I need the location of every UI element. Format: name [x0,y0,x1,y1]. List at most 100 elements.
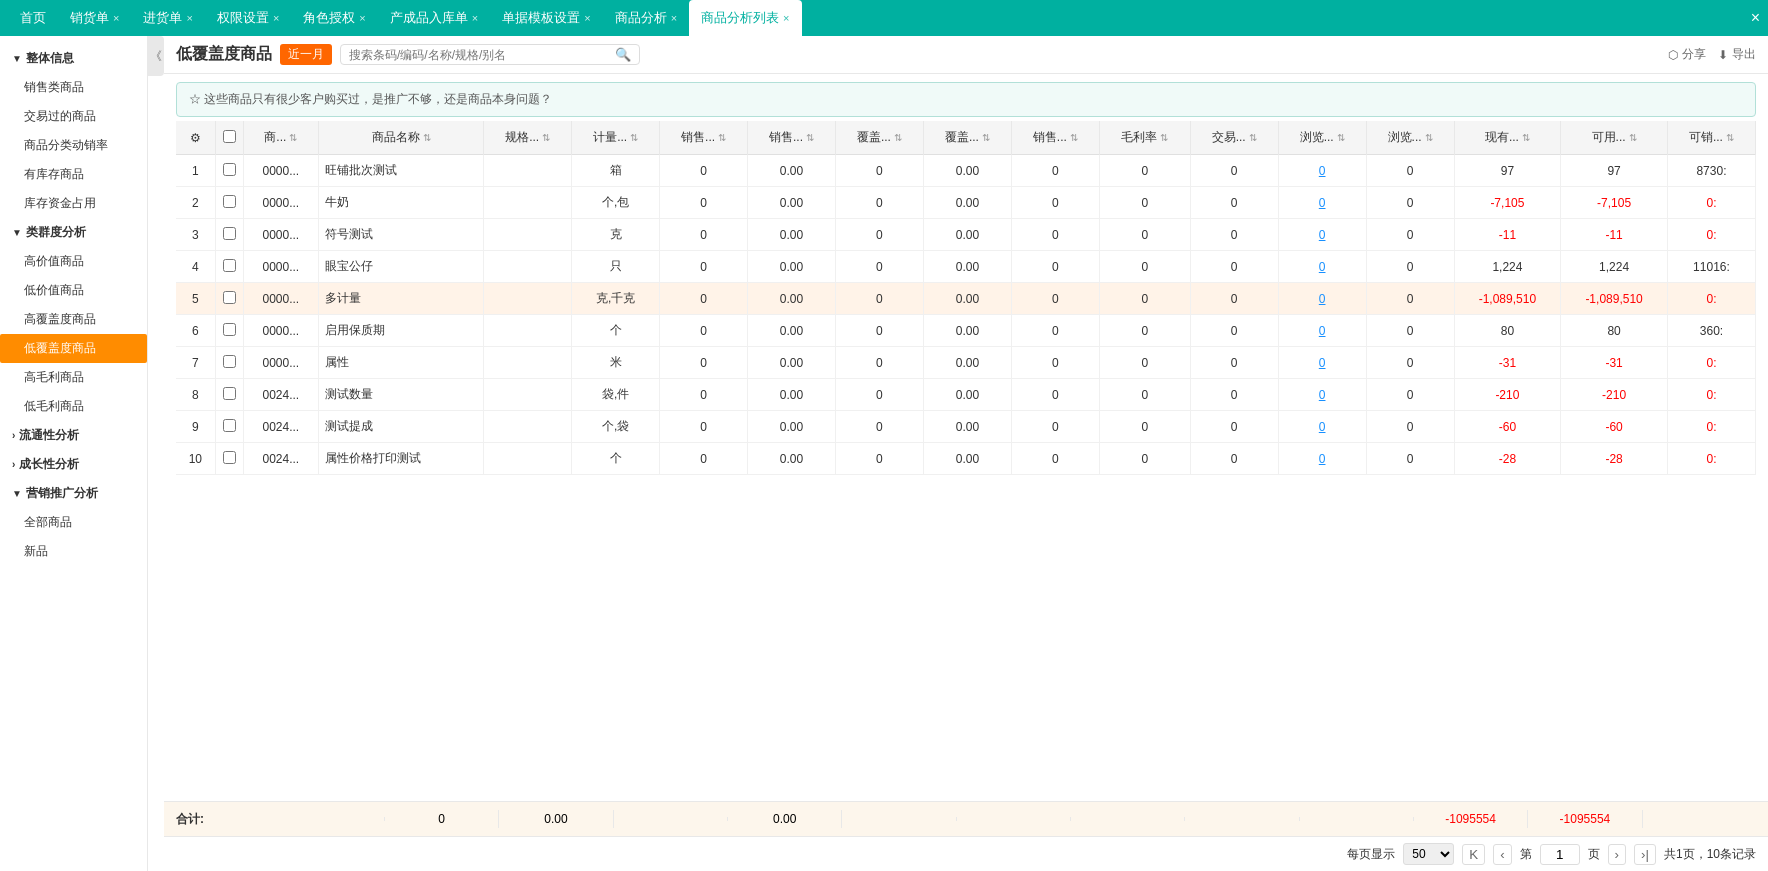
row-checkbox[interactable] [215,411,243,443]
sidebar-item-new-goods[interactable]: 新品 [0,537,147,566]
sidebar-section-growth[interactable]: › 成长性分析 [0,450,147,479]
time-filter-button[interactable]: 近一月 [280,44,332,65]
prev-page-button[interactable]: ‹ [1493,844,1511,865]
nav-tab-role[interactable]: 角色授权 × [291,0,377,36]
next-page-button[interactable]: › [1608,844,1626,865]
table-row: 3 0000... 符号测试 克 0 0.00 0 0.00 0 0 0 0 0… [176,219,1756,251]
col-browse2[interactable]: 浏览...⇅ [1366,121,1454,155]
nav-tab-purchase[interactable]: 进货单 × [131,0,204,36]
col-trade[interactable]: 交易...⇅ [1190,121,1278,155]
col-sales-qty[interactable]: 销售...⇅ [660,121,748,155]
sidebar-section-overall[interactable]: ▼ 整体信息 [0,44,147,73]
search-input[interactable] [349,48,615,62]
col-browse1[interactable]: 浏览...⇅ [1278,121,1366,155]
row-current-stock: -210 [1454,379,1561,411]
row-checkbox[interactable] [215,219,243,251]
row-browse1[interactable]: 0 [1278,187,1366,219]
col-available-stock[interactable]: 可用...⇅ [1561,121,1668,155]
total-spacer3 [842,817,956,821]
nav-tab-sales-close[interactable]: × [113,12,119,24]
row-checkbox[interactable] [215,187,243,219]
nav-tab-permission-close[interactable]: × [273,12,279,24]
col-sales-amt[interactable]: 销售...⇅ [748,121,836,155]
row-checkbox[interactable] [215,251,243,283]
row-checkbox[interactable] [215,283,243,315]
row-browse1[interactable]: 0 [1278,219,1366,251]
nav-tab-inventory[interactable]: 产成品入库单 × [378,0,490,36]
sidebar-item-in-stock[interactable]: 有库存商品 [0,160,147,189]
sidebar-item-high-coverage[interactable]: 高覆盖度商品 [0,305,147,334]
col-spec[interactable]: 规格...⇅ [484,121,572,155]
data-table: ⚙ 商...⇅ 商品名称⇅ 规格...⇅ 计量...⇅ 销售...⇅ 销售...… [176,121,1756,475]
row-checkbox[interactable] [215,379,243,411]
col-settings[interactable]: ⚙ [176,121,215,155]
col-name[interactable]: 商品名称⇅ [319,121,484,155]
sidebar-item-low-margin[interactable]: 低毛利商品 [0,392,147,421]
row-browse1[interactable]: 0 [1278,347,1366,379]
sidebar-item-sales-goods[interactable]: 销售类商品 [0,73,147,102]
window-close-button[interactable]: × [1751,9,1760,27]
row-checkbox[interactable] [215,315,243,347]
sidebar-item-high-value[interactable]: 高价值商品 [0,247,147,276]
sidebar-section-circulation[interactable]: › 流通性分析 [0,421,147,450]
nav-tab-permission[interactable]: 权限设置 × [205,0,291,36]
sidebar-collapse-button[interactable]: 《 [148,36,164,76]
row-code: 0000... [243,283,318,315]
sidebar-item-all-goods[interactable]: 全部商品 [0,508,147,537]
first-page-button[interactable]: K [1462,844,1485,865]
sidebar-section-cluster[interactable]: ▼ 类群度分析 [0,218,147,247]
nav-tab-sales[interactable]: 销货单 × [58,0,131,36]
row-browse1[interactable]: 0 [1278,251,1366,283]
col-coverage1[interactable]: 覆盖...⇅ [835,121,923,155]
select-all-checkbox[interactable] [223,130,236,143]
export-button[interactable]: ⬇ 导出 [1718,46,1756,63]
row-browse1[interactable]: 0 [1278,443,1366,475]
col-sales-pct[interactable]: 销售...⇅ [1011,121,1099,155]
row-gross-rate: 0 [1099,315,1190,347]
nav-tab-inventory-close[interactable]: × [472,12,478,24]
page-suffix: 页 [1588,846,1600,863]
nav-tab-purchase-close[interactable]: × [186,12,192,24]
row-checkbox[interactable] [215,443,243,475]
page-size-select[interactable]: 50 100 200 [1403,843,1454,865]
row-checkbox[interactable] [215,347,243,379]
nav-tab-analysis-list[interactable]: 商品分析列表 × [689,0,801,36]
nav-tab-analysis-close[interactable]: × [671,12,677,24]
sidebar-item-high-margin[interactable]: 高毛利商品 [0,363,147,392]
chevron-down-icon: ▼ [12,53,22,64]
row-browse1[interactable]: 0 [1278,155,1366,187]
page-number-input[interactable] [1540,844,1580,865]
row-sales-pct: 0 [1011,379,1099,411]
row-coverage1: 0 [835,379,923,411]
col-current-stock[interactable]: 现有...⇅ [1454,121,1561,155]
col-code[interactable]: 商...⇅ [243,121,318,155]
col-unit[interactable]: 计量...⇅ [572,121,660,155]
sidebar-item-low-value[interactable]: 低价值商品 [0,276,147,305]
row-browse1[interactable]: 0 [1278,379,1366,411]
sidebar-item-low-coverage[interactable]: 低覆盖度商品 [0,334,147,363]
share-button[interactable]: ⬡ 分享 [1668,46,1706,63]
row-browse2: 0 [1366,411,1454,443]
nav-tab-analysis-list-close[interactable]: × [783,12,789,24]
row-browse1[interactable]: 0 [1278,283,1366,315]
sidebar-section-marketing[interactable]: ▼ 营销推广分析 [0,479,147,508]
row-sales-qty: 0 [660,443,748,475]
nav-tab-analysis[interactable]: 商品分析 × [603,0,689,36]
row-num: 10 [176,443,215,475]
sidebar-item-category-rate[interactable]: 商品分类动销率 [0,131,147,160]
nav-tab-template-close[interactable]: × [584,12,590,24]
col-gross-rate[interactable]: 毛利率⇅ [1099,121,1190,155]
last-page-button[interactable]: ›| [1634,844,1656,865]
row-checkbox[interactable] [215,155,243,187]
nav-tab-home[interactable]: 首页 [8,0,58,36]
col-coverage2[interactable]: 覆盖...⇅ [923,121,1011,155]
nav-tab-template[interactable]: 单据模板设置 × [490,0,602,36]
row-browse1[interactable]: 0 [1278,411,1366,443]
col-checkbox[interactable] [215,121,243,155]
col-saleable[interactable]: 可销...⇅ [1667,121,1755,155]
nav-tab-role-close[interactable]: × [359,12,365,24]
row-sales-amt: 0.00 [748,347,836,379]
sidebar-item-traded-goods[interactable]: 交易过的商品 [0,102,147,131]
row-browse1[interactable]: 0 [1278,315,1366,347]
sidebar-item-inventory-fund[interactable]: 库存资金占用 [0,189,147,218]
